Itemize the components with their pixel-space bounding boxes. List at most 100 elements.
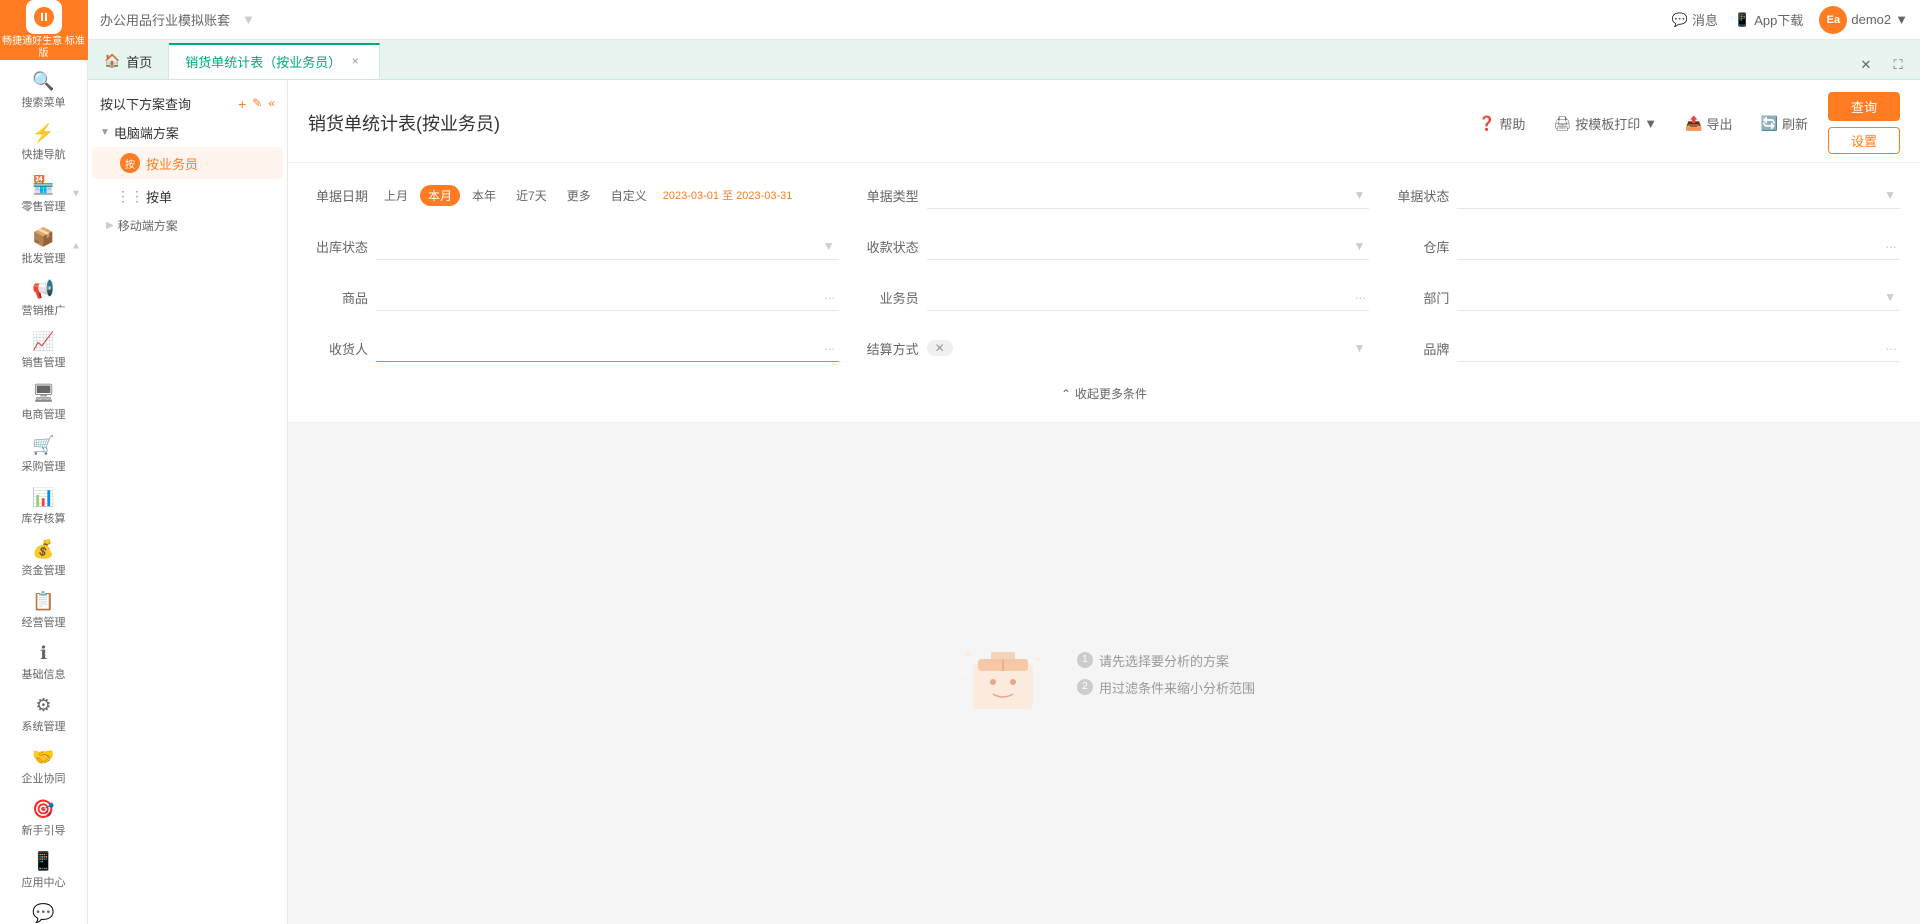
sidebar-item-wholesale[interactable]: 📦 批发管理 ▲ xyxy=(0,220,87,272)
print-label: 按模板打印 xyxy=(1575,114,1640,133)
left-panel-actions: + ✎ « xyxy=(238,96,275,112)
search-icon: 🔍 xyxy=(32,71,54,92)
warehouse-label: 仓库 xyxy=(1389,237,1449,256)
warehouse-select[interactable]: ··· xyxy=(1457,232,1900,260)
date-tab-7days[interactable]: 近7天 xyxy=(508,185,555,206)
scheme-item-label: 按单 xyxy=(146,187,172,206)
sidebar-item-ecommerce[interactable]: 🖥 电商管理 xyxy=(0,376,87,428)
app-logo[interactable]: 畅捷通好生意 标准版 xyxy=(0,0,88,60)
filter-paymentstatus-cell: 收款状态 ▼ xyxy=(839,226,1370,267)
paymentstatus-input[interactable] xyxy=(927,232,1370,260)
filter-consignee-cell: 收货人 ··· xyxy=(308,328,839,369)
goods-select[interactable]: ··· xyxy=(376,283,839,311)
collab-icon: 🤝 xyxy=(32,747,54,768)
scheme-group-pc-title[interactable]: ▼ 电脑端方案 xyxy=(88,119,287,146)
edit-scheme-button[interactable]: ✎ xyxy=(252,96,262,112)
brand-select[interactable]: ··· xyxy=(1457,334,1900,362)
date-tab-custom[interactable]: 自定义 xyxy=(603,185,655,206)
filter-doctype-cell: 单据类型 ▼ xyxy=(839,175,1370,216)
user-menu[interactable]: Ea demo2 ▼ xyxy=(1819,6,1908,34)
sidebar-item-quicknav[interactable]: ⚡ 快捷导航 xyxy=(0,116,87,168)
docstatus-input[interactable] xyxy=(1457,181,1900,209)
date-tab-thisyear[interactable]: 本年 xyxy=(464,185,504,206)
left-panel-title: 按以下方案查询 xyxy=(100,94,191,113)
sidebar-item-inventory[interactable]: 📊 库存核算 xyxy=(0,480,87,532)
sidebar-item-label: 营销推广 xyxy=(22,302,66,318)
dept-input[interactable] xyxy=(1457,283,1900,311)
salesperson-select[interactable]: ··· xyxy=(927,283,1370,311)
sidebar-item-label: 电商管理 xyxy=(22,406,66,422)
consignee-input[interactable] xyxy=(376,334,839,362)
query-button[interactable]: 查询 xyxy=(1828,92,1900,121)
date-tab-thismonth[interactable]: 本月 xyxy=(420,185,460,206)
dept-select[interactable]: ▼ xyxy=(1457,283,1900,311)
logo-text: 畅捷通好生意 标准版 xyxy=(0,36,88,60)
scheme-group-mobile-title[interactable]: ▶ 移动端方案 xyxy=(88,213,287,238)
sidebar-item-finance[interactable]: 💰 资金管理 xyxy=(0,532,87,584)
export-button[interactable]: 📤 导出 xyxy=(1677,110,1740,137)
sidebar-item-label: 库存核算 xyxy=(22,510,66,526)
filter-warehouse-cell: 仓库 ··· xyxy=(1369,226,1900,267)
tab-home[interactable]: 🏠 首页 xyxy=(88,43,169,79)
content-body: 1 请先选择要分析的方案 2 用过滤条件来缩小分析范围 xyxy=(288,423,1920,924)
goods-input[interactable] xyxy=(376,283,839,311)
date-label: 单据日期 xyxy=(308,186,368,205)
sidebar-item-wxwork[interactable]: 💬 企业微信 xyxy=(0,896,87,924)
settlement-select[interactable]: ✕ ▼ xyxy=(927,340,1370,356)
tab-sales-stat[interactable]: 销货单统计表（按业务员） × xyxy=(169,43,380,79)
empty-tip-1: 1 请先选择要分析的方案 xyxy=(1077,651,1255,670)
sidebar-item-system[interactable]: ⚙ 系统管理 xyxy=(0,688,87,740)
tab-close-button[interactable]: × xyxy=(347,53,363,69)
settings-button[interactable]: 设置 xyxy=(1828,127,1900,154)
scheme-item-by-salesperson[interactable]: 按 按业务员 xyxy=(92,147,283,179)
consignee-select[interactable]: ··· xyxy=(376,334,839,362)
sidebar-item-collab[interactable]: 🤝 企业协同 xyxy=(0,740,87,792)
refresh-button[interactable]: 🔄 刷新 xyxy=(1753,110,1816,137)
top-bar-left: 办公用品行业模拟账套 ▼ xyxy=(100,10,259,29)
sidebar-item-purchase[interactable]: 🛒 采购管理 xyxy=(0,428,87,480)
sidebar-item-basic-info[interactable]: ℹ 基础信息 xyxy=(0,636,87,688)
app-download-button[interactable]: 📱 App下载 xyxy=(1734,10,1803,29)
marketing-icon: 📢 xyxy=(32,279,54,300)
filter-settlement-cell: 结算方式 ✕ ▼ xyxy=(839,328,1370,369)
add-scheme-button[interactable]: + xyxy=(238,96,246,112)
collapse-panel-button[interactable]: « xyxy=(268,96,275,112)
doctype-select[interactable]: ▼ xyxy=(927,181,1370,209)
print-button[interactable]: 🖨 按模板打印 ▼ xyxy=(1545,110,1665,137)
outstatus-input[interactable] xyxy=(376,232,839,260)
paymentstatus-select[interactable]: ▼ xyxy=(927,232,1370,260)
sidebar-item-sales[interactable]: 📈 销售管理 xyxy=(0,324,87,376)
sidebar-item-appcenter[interactable]: 📱 应用中心 xyxy=(0,844,87,896)
tab-close-all-button[interactable]: ✕ xyxy=(1852,51,1880,79)
help-button[interactable]: ❓ 帮助 xyxy=(1470,110,1533,137)
docstatus-select[interactable]: ▼ xyxy=(1457,181,1900,209)
settlement-label: 结算方式 xyxy=(859,339,919,358)
sidebar-item-marketing[interactable]: 📢 营销推广 xyxy=(0,272,87,324)
sidebar-item-retail[interactable]: 🏪 零售管理 ▼ xyxy=(0,168,87,220)
filter-row-1: 单据日期 上月 本月 本年 近7天 更多 自定义 2023-03-01 至 20… xyxy=(308,175,1900,216)
tag-close-button[interactable]: ✕ xyxy=(935,341,945,355)
group-label: 电脑端方案 xyxy=(114,123,179,142)
scheme-item-by-order[interactable]: ⋮⋮ 按单 xyxy=(92,180,283,212)
doctype-input[interactable] xyxy=(927,181,1370,209)
guide-icon: 🎯 xyxy=(32,799,54,820)
tab-maximize-button[interactable]: ⛶ xyxy=(1884,51,1912,79)
docstatus-label: 单据状态 xyxy=(1389,186,1449,205)
date-range: 2023-03-01 至 2023-03-31 xyxy=(663,187,793,203)
brand-input[interactable] xyxy=(1457,334,1900,362)
date-tab-lastmonth[interactable]: 上月 xyxy=(376,185,416,206)
sidebar-item-label: 系统管理 xyxy=(22,718,66,734)
outstatus-select[interactable]: ▼ xyxy=(376,232,839,260)
collapse-button[interactable]: ⌃ 收起更多条件 xyxy=(1049,381,1159,406)
empty-svg xyxy=(953,624,1053,724)
sidebar-item-guide[interactable]: 🎯 新手引导 xyxy=(0,792,87,844)
sidebar: 畅捷通好生意 标准版 🔍 搜索菜单 ⚡ 快捷导航 🏪 零售管理 ▼ 📦 批发管理… xyxy=(0,0,88,924)
message-button[interactable]: 💬 消息 xyxy=(1672,10,1718,29)
sidebar-item-label: 快捷导航 xyxy=(22,146,66,162)
scheme-item-label: 按业务员 xyxy=(146,154,198,173)
date-tab-more[interactable]: 更多 xyxy=(559,185,599,206)
sidebar-item-operations[interactable]: 📋 经营管理 xyxy=(0,584,87,636)
sidebar-item-search[interactable]: 🔍 搜索菜单 xyxy=(0,64,87,116)
salesperson-input[interactable] xyxy=(927,283,1370,311)
warehouse-input[interactable] xyxy=(1457,232,1900,260)
